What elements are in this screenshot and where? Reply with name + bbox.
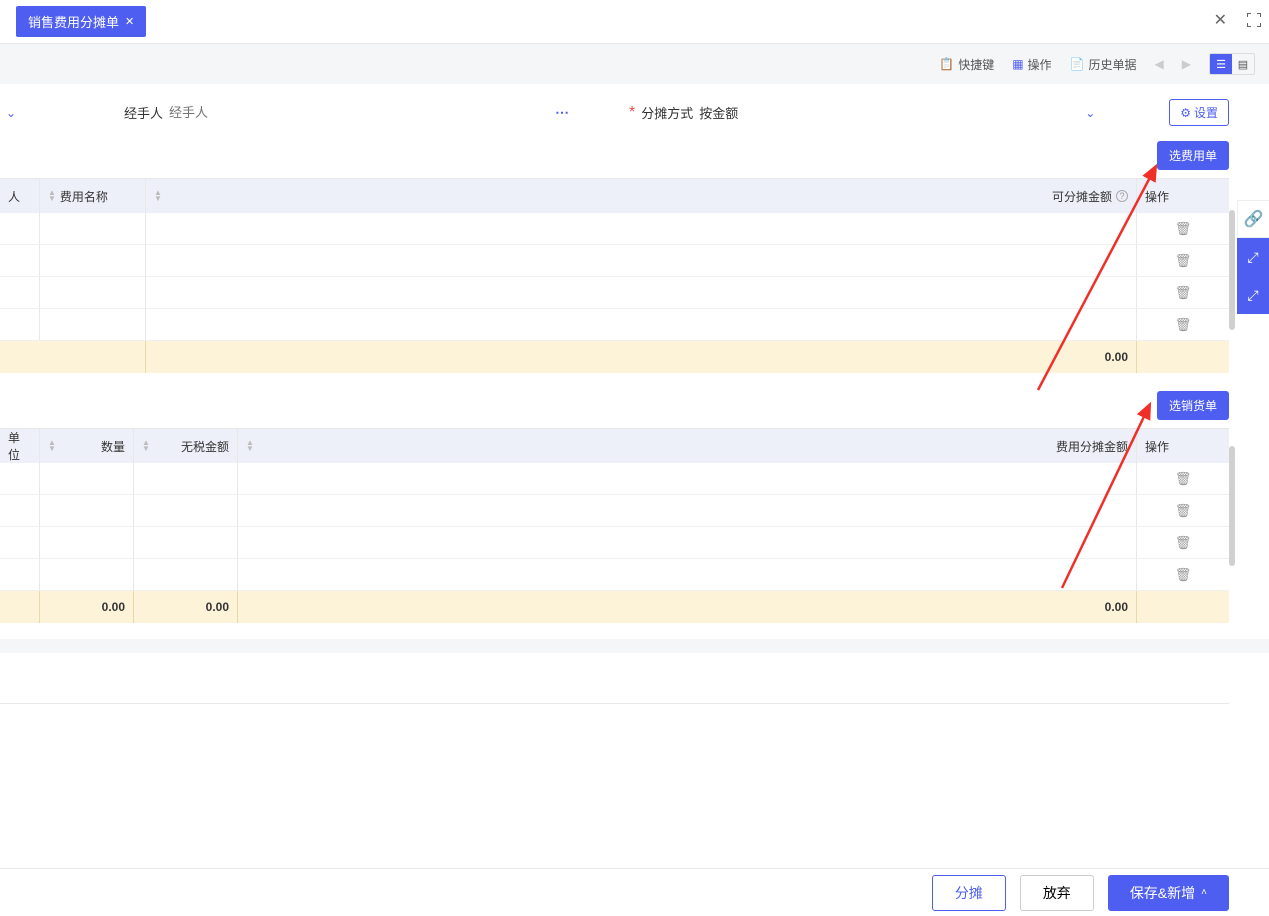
history-button[interactable]: 📄 历史单据 — [1070, 56, 1137, 73]
clipboard-icon: 📋 — [939, 57, 954, 71]
list-view-icon[interactable]: ☰ — [1210, 54, 1232, 74]
save-and-new-button[interactable]: 保存&新增 ˄ — [1108, 875, 1229, 911]
required-star: * — [629, 104, 635, 122]
expand-button-1[interactable]: ⤢ — [1237, 238, 1269, 276]
trash-icon[interactable]: 🗑 — [1175, 285, 1192, 301]
fullscreen-icon[interactable] — [1247, 13, 1261, 27]
method-value[interactable]: 按金额 — [699, 103, 1079, 122]
sales-table: 单位 ▲▼ 数量 ▲▼ 无税金额 ▲▼ 费用分摊金额 操作 🗑 🗑 🗑 🗑 0.00 … — [0, 428, 1229, 623]
table-row[interactable]: 🗑 — [0, 527, 1229, 559]
history-label: 历史单据 — [1089, 56, 1137, 73]
fee-sum-amount: 0.00 — [1105, 350, 1128, 364]
attachment-button[interactable]: 🔗 — [1237, 200, 1269, 238]
separator-band — [0, 639, 1269, 653]
table-row[interactable]: 🗑 — [0, 245, 1229, 277]
chevron-down-icon[interactable]: ⌄ — [6, 106, 16, 120]
gear-icon: ⚙ — [1180, 106, 1191, 120]
select-sales-bill-button[interactable]: 选销货单 — [1157, 391, 1229, 420]
col-no-tax: 无税金额 — [181, 438, 229, 455]
table-sum-row: 0.00 — [0, 341, 1229, 373]
col-ren: 人 — [8, 188, 20, 205]
col-qty: 数量 — [101, 438, 125, 455]
save-and-new-label: 保存&新增 — [1130, 883, 1195, 903]
view-toggle: ☰ ▤ — [1209, 53, 1255, 75]
help-icon[interactable]: ? — [1116, 190, 1128, 202]
col-unit: 单位 — [8, 429, 31, 463]
grid-icon: ▦ — [1012, 57, 1023, 71]
close-page-button[interactable]: ✕ — [1214, 10, 1227, 30]
handler-input[interactable] — [169, 105, 549, 120]
handler-label: 经手人 — [124, 103, 163, 122]
col-action: 操作 — [1145, 438, 1169, 455]
tab-title: 销售费用分摊单 — [28, 12, 119, 31]
col-fee-name: 费用名称 — [60, 188, 108, 205]
expand-icon: ⤢ — [1247, 249, 1258, 266]
settings-button[interactable]: ⚙ 设置 — [1169, 99, 1229, 126]
qty-sum: 0.00 — [102, 600, 125, 614]
sort-icon[interactable]: ▲▼ — [48, 190, 56, 202]
table-sum-row: 0.00 0.00 0.00 — [0, 591, 1229, 623]
sort-icon[interactable]: ▲▼ — [142, 440, 150, 452]
paperclip-icon: 🔗 — [1244, 209, 1264, 229]
expand-icon: ⤢ — [1247, 287, 1258, 304]
table-row[interactable]: 🗑 — [0, 463, 1229, 495]
sort-icon[interactable]: ▲▼ — [246, 440, 254, 452]
table-row[interactable]: 🗑 — [0, 495, 1229, 527]
shortcut-label: 快捷键 — [958, 56, 994, 73]
close-icon[interactable]: ✕ — [125, 15, 134, 28]
trash-icon[interactable]: 🗑 — [1175, 567, 1192, 583]
method-label: 分摊方式 — [641, 103, 693, 122]
notax-sum: 0.00 — [206, 600, 229, 614]
trash-icon[interactable]: 🗑 — [1175, 317, 1192, 333]
table-row[interactable]: 🗑 — [0, 213, 1229, 245]
table-row[interactable]: 🗑 — [0, 309, 1229, 341]
more-icon[interactable]: ⋯ — [555, 104, 569, 121]
fee-table: 人 ▲▼ 费用名称 ▲▼ 可分摊金额 ? 操作 🗑 🗑 🗑 🗑 0.00 — [0, 178, 1229, 373]
trash-icon[interactable]: 🗑 — [1175, 503, 1192, 519]
discard-button[interactable]: 放弃 — [1020, 875, 1094, 911]
divider-line — [0, 703, 1229, 704]
sort-icon[interactable]: ▲▼ — [48, 440, 56, 452]
allocate-button[interactable]: 分摊 — [932, 875, 1006, 911]
fee-amount-sum: 0.00 — [1105, 600, 1128, 614]
tab-sales-fee-allocation[interactable]: 销售费用分摊单 ✕ — [16, 6, 146, 37]
col-action: 操作 — [1145, 188, 1169, 205]
settings-label: 设置 — [1194, 104, 1218, 121]
shortcut-button[interactable]: 📋 快捷键 — [939, 56, 994, 73]
scrollbar[interactable] — [1229, 210, 1235, 330]
prev-icon[interactable]: ◀ — [1155, 57, 1164, 71]
table-row[interactable]: 🗑 — [0, 277, 1229, 309]
trash-icon[interactable]: 🗑 — [1175, 535, 1192, 551]
operate-label: 操作 — [1028, 56, 1052, 73]
table-row[interactable]: 🗑 — [0, 559, 1229, 591]
expand-button-2[interactable]: ⤢ — [1237, 276, 1269, 314]
grid-view-icon[interactable]: ▤ — [1232, 54, 1254, 74]
sort-icon[interactable]: ▲▼ — [154, 190, 162, 202]
trash-icon[interactable]: 🗑 — [1175, 221, 1192, 237]
col-amount-label: 可分摊金额 — [1052, 188, 1112, 205]
select-fee-bill-button[interactable]: 选费用单 — [1157, 141, 1229, 170]
next-icon[interactable]: ▶ — [1182, 57, 1191, 71]
chevron-down-icon[interactable]: ⌄ — [1085, 106, 1095, 120]
col-fee-amount: 费用分摊金额 — [1056, 438, 1128, 455]
chevron-up-icon: ˄ — [1201, 887, 1207, 898]
doc-icon: 📄 — [1070, 57, 1085, 71]
scrollbar[interactable] — [1229, 446, 1235, 566]
trash-icon[interactable]: 🗑 — [1175, 471, 1192, 487]
trash-icon[interactable]: 🗑 — [1175, 253, 1192, 269]
operate-button[interactable]: ▦ 操作 — [1012, 56, 1051, 73]
footer-actions: 分摊 放弃 保存&新增 ˄ — [0, 868, 1269, 916]
